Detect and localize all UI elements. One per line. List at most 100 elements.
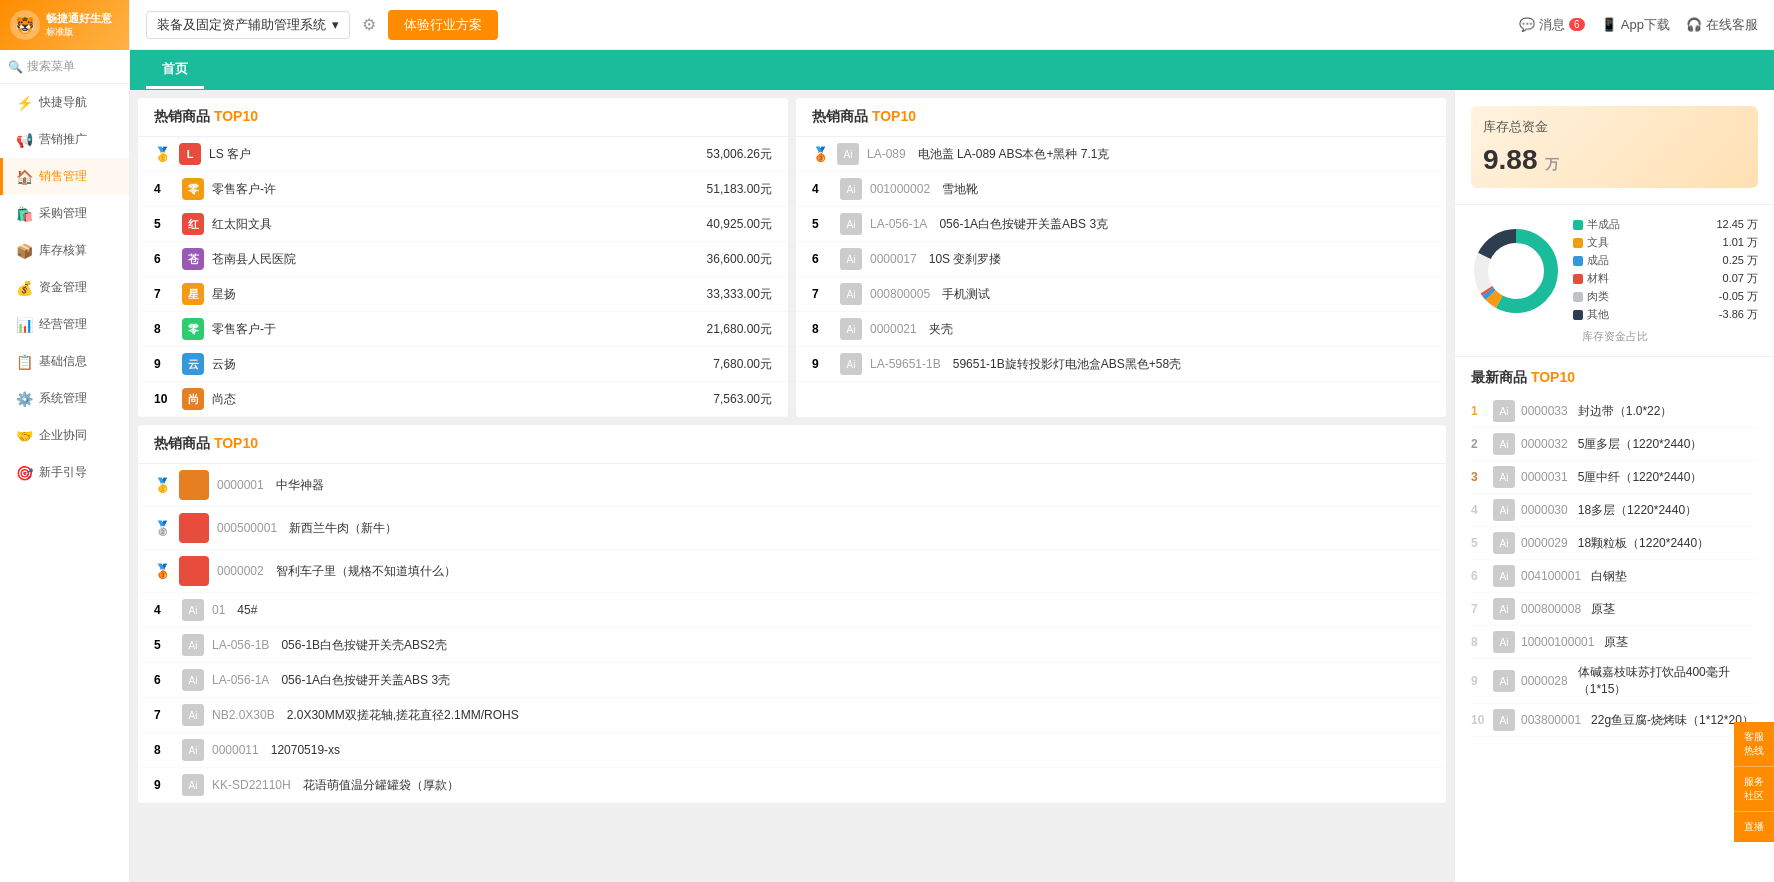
- rank-number: 10: [1471, 713, 1487, 727]
- product-name: 59651-1B旋转投影灯电池盒ABS黑色+58壳: [953, 356, 1430, 373]
- inventory-icon: 📦: [15, 243, 33, 259]
- rank-number: 8: [812, 322, 832, 336]
- list-item: 5 Ai 0000029 18颗粒板（1220*2440）: [1471, 527, 1758, 560]
- sidebar-item-operation[interactable]: 📊 经营管理: [0, 306, 129, 343]
- tab-home[interactable]: 首页: [146, 52, 204, 89]
- legend-label: 肉类: [1587, 289, 1715, 304]
- sidebar-item-label: 采购管理: [39, 205, 87, 222]
- list-item: 🥉 0000002 智利车子里（规格不知道填什么）: [138, 550, 1446, 593]
- product-code: 01: [212, 603, 225, 617]
- legend-value: 0.07 万: [1723, 271, 1758, 286]
- online-service-button[interactable]: 🎧 在线客服: [1686, 16, 1758, 34]
- sidebar-item-system[interactable]: ⚙️ 系统管理: [0, 380, 129, 417]
- legend-label: 其他: [1587, 307, 1715, 322]
- product-icon: Ai: [1493, 433, 1515, 455]
- trial-button[interactable]: 体验行业方案: [388, 10, 498, 40]
- product-thumb: [179, 556, 209, 586]
- hot-products-right-header: 热销商品 TOP10: [796, 98, 1446, 137]
- sidebar-item-marketing[interactable]: 📢 营销推广: [0, 121, 129, 158]
- customer-service-button[interactable]: 客服热线: [1734, 722, 1774, 767]
- product-icon: Ai: [1493, 670, 1515, 692]
- message-badge: 6: [1569, 18, 1585, 31]
- rank-number: 5: [154, 638, 174, 652]
- product-name: 手机测试: [942, 286, 1430, 303]
- product-icon: Ai: [840, 353, 862, 375]
- sidebar-item-label: 企业协同: [39, 427, 87, 444]
- product-code: LA-056-1A: [870, 217, 927, 231]
- logo-icon: 🐯: [10, 10, 40, 40]
- list-item: 5 Ai LA-056-1B 056-1B白色按键开关壳ABS2壳: [138, 628, 1446, 663]
- list-item: 9 Ai KK-SD22110H 花语萌值温分罐罐袋（厚款）: [138, 768, 1446, 803]
- rank-number: 2: [1471, 437, 1487, 451]
- message-icon: 💬: [1519, 17, 1535, 32]
- sidebar-item-sales[interactable]: 🏠 销售管理: [0, 158, 129, 195]
- online-service-label: 在线客服: [1706, 16, 1758, 34]
- left-panels: 热销商品 TOP10 🥇 L LS 客户 53,006.26元 4 零 零售客: [130, 90, 1454, 882]
- product-code: LA-59651-1B: [870, 357, 941, 371]
- customer-name: 尚态: [212, 391, 713, 408]
- product-code: 0000011: [212, 743, 259, 757]
- operation-icon: 📊: [15, 317, 33, 333]
- system-select[interactable]: 装备及固定资产辅助管理系统 ▾: [146, 11, 350, 39]
- rank-number: 9: [154, 778, 174, 792]
- customer-amount: 7,680.00元: [713, 356, 772, 373]
- sidebar-item-basic[interactable]: 📋 基础信息: [0, 343, 129, 380]
- product-name: 18多层（1220*2440）: [1578, 502, 1758, 519]
- search-icon: 🔍: [8, 60, 23, 74]
- list-item: 8 Ai 0000021 夹壳: [796, 312, 1446, 347]
- product-code: LA-056-1A: [212, 673, 269, 687]
- product-name: 封边带（1.0*22）: [1578, 403, 1758, 420]
- list-item: 10 Ai 003800001 22g鱼豆腐-烧烤味（1*12*20）: [1471, 704, 1758, 737]
- app-download-button[interactable]: 📱 App下载: [1601, 16, 1670, 34]
- product-code: 0000031: [1521, 470, 1568, 484]
- rank-number: 6: [154, 252, 174, 266]
- donut-chart: [1471, 226, 1561, 316]
- chart-section: 半成品 12.45 万 文具 1.01 万 成品 0.25 万: [1455, 205, 1774, 357]
- list-item: 🥈 000500001 新西兰牛肉（新牛）: [138, 507, 1446, 550]
- legend-dot: [1573, 274, 1583, 284]
- list-item: 8 Ai 10000100001 原茎: [1471, 626, 1758, 659]
- product-name: 10S 变刹罗搂: [929, 251, 1430, 268]
- legend-label: 半成品: [1587, 217, 1712, 232]
- product-name: 056-1A白色按键开关盖ABS 3克: [939, 216, 1430, 233]
- headset-icon: 🎧: [1686, 17, 1702, 32]
- message-button[interactable]: 💬 消息 6: [1519, 16, 1585, 34]
- legend-item: 肉类 -0.05 万: [1573, 289, 1758, 304]
- legend-value: 1.01 万: [1723, 235, 1758, 250]
- customer-name: 云扬: [212, 356, 713, 373]
- service-community-button[interactable]: 服务社区: [1734, 767, 1774, 812]
- product-icon: Ai: [1493, 532, 1515, 554]
- top-customers-header: 热销商品 TOP10: [138, 98, 788, 137]
- product-code: 0000017: [870, 252, 917, 266]
- rank-number: 4: [154, 182, 174, 196]
- rank-number: 6: [812, 252, 832, 266]
- sidebar-item-inventory[interactable]: 📦 库存核算: [0, 232, 129, 269]
- product-code: 001000002: [870, 182, 930, 196]
- sidebar-item-quick[interactable]: ⚡ 快捷导航: [0, 84, 129, 121]
- sidebar-item-coop[interactable]: 🤝 企业协同: [0, 417, 129, 454]
- product-code: 0000021: [870, 322, 917, 336]
- customer-amount: 36,600.00元: [707, 251, 772, 268]
- sidebar-item-label: 库存核算: [39, 242, 87, 259]
- product-code: 0000001: [217, 478, 264, 492]
- sidebar-item-label: 系统管理: [39, 390, 87, 407]
- product-icon: Ai: [840, 248, 862, 270]
- medal-icon: 🥉: [812, 146, 829, 162]
- product-name: 45#: [237, 603, 1430, 617]
- settings-icon[interactable]: ⚙: [362, 15, 376, 34]
- quick-icon: ⚡: [15, 95, 33, 111]
- sidebar-item-purchase[interactable]: 🛍️ 采购管理: [0, 195, 129, 232]
- sidebar-item-label: 经营管理: [39, 316, 87, 333]
- legend-item: 材料 0.07 万: [1573, 271, 1758, 286]
- live-button[interactable]: 直播: [1734, 812, 1774, 842]
- search-menu[interactable]: 🔍 搜索菜单: [0, 50, 129, 84]
- list-item: 4 Ai 0000030 18多层（1220*2440）: [1471, 494, 1758, 527]
- sidebar-item-finance[interactable]: 💰 资金管理: [0, 269, 129, 306]
- product-code: 0000002: [217, 564, 264, 578]
- sidebar-item-guide[interactable]: 🎯 新手引导: [0, 454, 129, 491]
- avatar: 红: [182, 213, 204, 235]
- sidebar-item-label: 新手引导: [39, 464, 87, 481]
- product-icon: Ai: [1493, 499, 1515, 521]
- product-icon: Ai: [182, 704, 204, 726]
- list-item: 7 Ai 000800005 手机测试: [796, 277, 1446, 312]
